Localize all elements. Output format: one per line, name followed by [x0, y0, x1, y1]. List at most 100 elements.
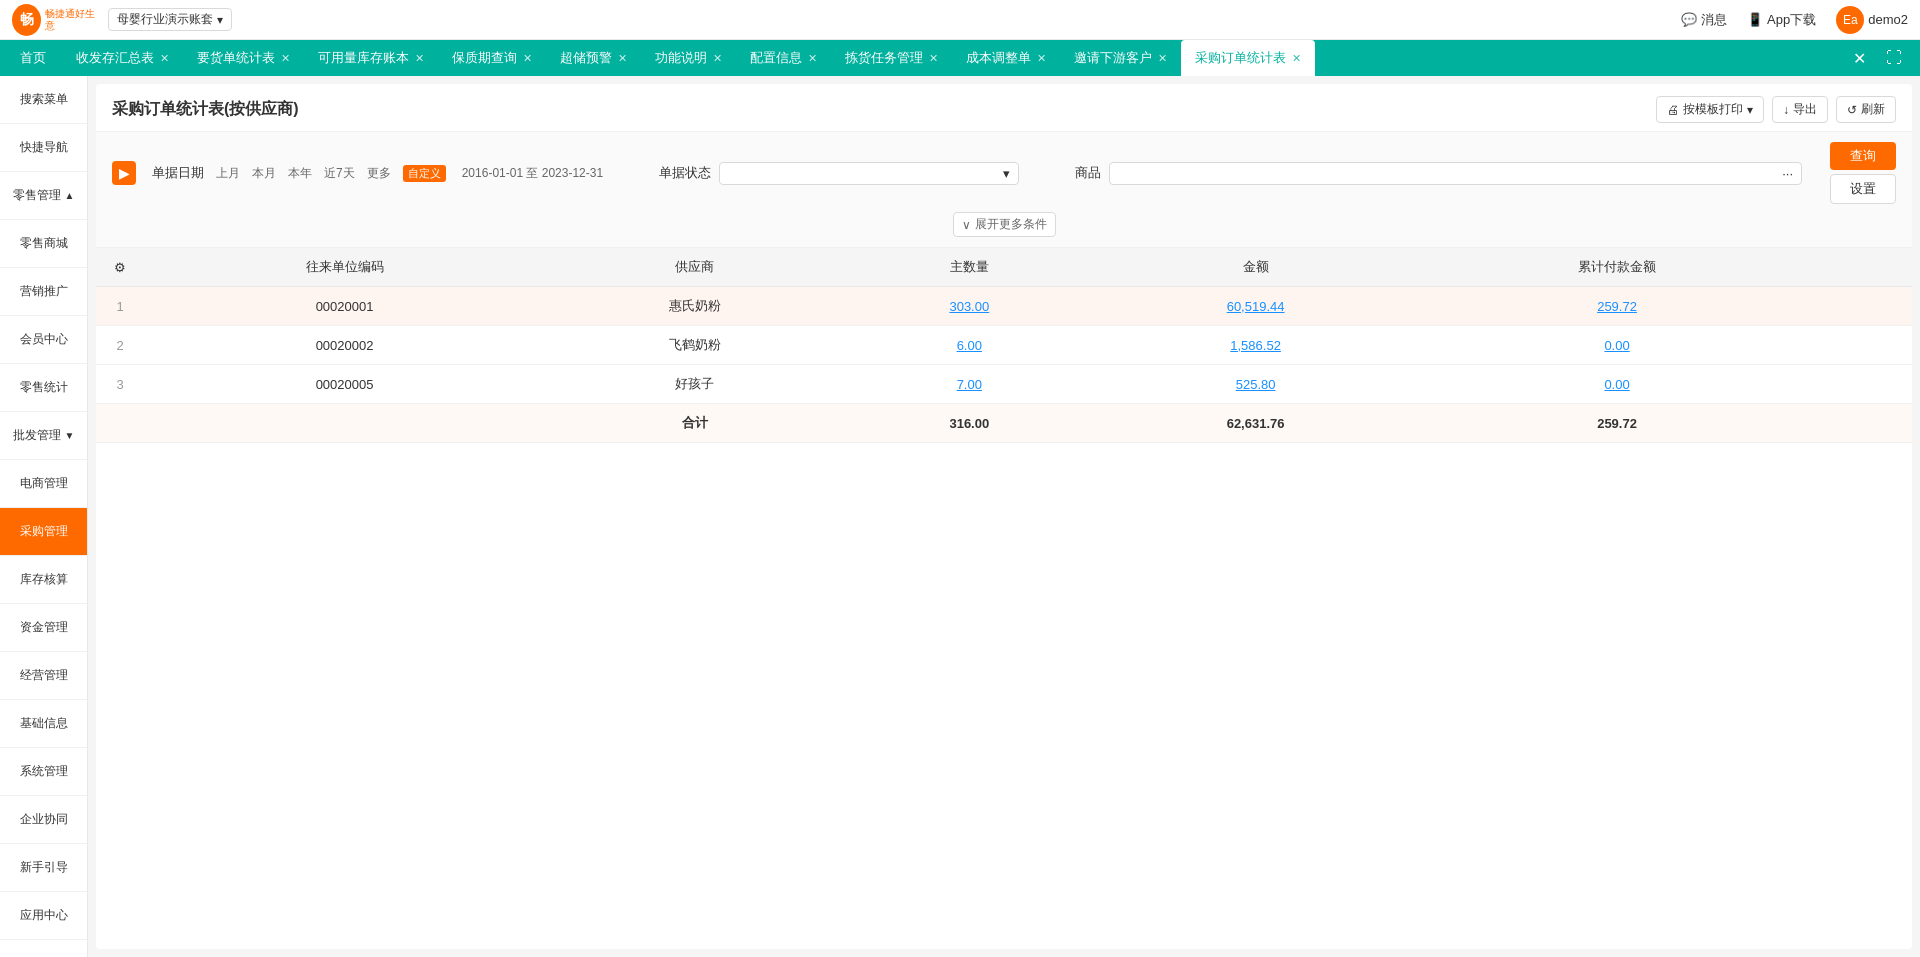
retail-mall-label: 零售商城 — [20, 235, 68, 252]
workspace-chevron-icon: ▾ — [217, 13, 223, 27]
tab-invite-downstream[interactable]: 邀请下游客户 ✕ — [1060, 40, 1181, 76]
shortcut-more[interactable]: 更多 — [363, 164, 395, 183]
settings-button[interactable]: 设置 — [1830, 174, 1896, 204]
tab-close-icon[interactable]: ✕ — [713, 52, 722, 65]
sidebar-item-enterprise-wechat[interactable]: 企业微信 — [0, 940, 87, 957]
tab-close-icon[interactable]: ✕ — [1292, 52, 1301, 65]
expand-more-button[interactable]: ∨ 展开更多条件 — [953, 212, 1056, 237]
row-quantity[interactable]: 303.00 — [844, 287, 1095, 326]
shortcut-this-month[interactable]: 本月 — [248, 164, 280, 183]
tab-pick-task[interactable]: 拣货任务管理 ✕ — [831, 40, 952, 76]
tab-close-icon[interactable]: ✕ — [929, 52, 938, 65]
sidebar-item-retail-mall[interactable]: 零售商城 — [0, 220, 87, 268]
row-code: 00020001 — [144, 287, 545, 326]
workspace-selector[interactable]: 母婴行业演示账套 ▾ — [108, 8, 232, 31]
row-paid[interactable]: 0.00 — [1417, 326, 1818, 365]
top-header: 畅 畅捷通好生意 母婴行业演示账套 ▾ 💬 消息 📱 App下载 Ea demo… — [0, 0, 1920, 40]
close-tab-button[interactable]: ✕ — [1847, 47, 1872, 70]
custom-date-badge[interactable]: 自定义 — [403, 165, 446, 182]
more-icon[interactable]: ··· — [1782, 166, 1793, 181]
shortcut-last-month[interactable]: 上月 — [212, 164, 244, 183]
row-extra — [1818, 326, 1912, 365]
row-num: 3 — [96, 365, 144, 404]
tab-label: 要货单统计表 — [197, 49, 275, 67]
print-button[interactable]: 🖨 按模板打印 ▾ — [1656, 96, 1764, 123]
tab-receive-summary[interactable]: 收发存汇总表 ✕ — [62, 40, 183, 76]
sidebar-item-retail[interactable]: 零售管理 ▲ — [0, 172, 87, 220]
row-amount[interactable]: 525.80 — [1095, 365, 1417, 404]
table-row: 1 00020001 惠氏奶粉 303.00 60,519.44 259.72 — [96, 287, 1912, 326]
table-header-row: ⚙ 往来单位编码 供应商 主数量 金额 累计付款金额 — [96, 248, 1912, 287]
tab-cost-adjust[interactable]: 成本调整单 ✕ — [952, 40, 1060, 76]
nav-right-actions: ✕ ⛶ — [1847, 47, 1916, 70]
row-amount[interactable]: 1,586.52 — [1095, 326, 1417, 365]
app-download-button[interactable]: 📱 App下载 — [1747, 11, 1816, 29]
tab-close-icon[interactable]: ✕ — [618, 52, 627, 65]
tab-inventory-ledger[interactable]: 可用量库存账本 ✕ — [304, 40, 438, 76]
member-label: 会员中心 — [20, 331, 68, 348]
filter-area: ▶ 单据日期 上月 本月 本年 近7天 更多 自定义 — [96, 132, 1912, 248]
shortcut-7days[interactable]: 近7天 — [320, 164, 359, 183]
user-avatar[interactable]: Ea demo2 — [1836, 6, 1908, 34]
export-button[interactable]: ↓ 导出 — [1772, 96, 1828, 123]
tab-function-desc[interactable]: 功能说明 ✕ — [641, 40, 736, 76]
filter-toggle-button[interactable]: ▶ — [112, 161, 136, 185]
shortcut-this-year[interactable]: 本年 — [284, 164, 316, 183]
tab-close-icon[interactable]: ✕ — [1158, 52, 1167, 65]
footer-summary: 合计 — [545, 404, 844, 443]
sidebar-item-purchase[interactable]: 采购管理 — [0, 508, 87, 556]
tab-close-icon[interactable]: ✕ — [415, 52, 424, 65]
tab-expiry-query[interactable]: 保质期查询 ✕ — [438, 40, 546, 76]
tab-overstock-warning[interactable]: 超储预警 ✕ — [546, 40, 641, 76]
sidebar-item-marketing[interactable]: 营销推广 — [0, 268, 87, 316]
top-right-actions: 💬 消息 📱 App下载 Ea demo2 — [1681, 6, 1908, 34]
col-supplier: 供应商 — [545, 248, 844, 287]
date-filter-label: 单据日期 — [152, 164, 204, 182]
row-supplier: 飞鹤奶粉 — [545, 326, 844, 365]
tab-close-icon[interactable]: ✕ — [281, 52, 290, 65]
tab-close-icon[interactable]: ✕ — [808, 52, 817, 65]
sidebar-item-app-center[interactable]: 应用中心 — [0, 892, 87, 940]
tab-home-label: 首页 — [20, 49, 46, 67]
status-select[interactable]: ▾ — [719, 162, 1019, 185]
search-button[interactable]: 查询 — [1830, 142, 1896, 170]
goods-label: 商品 — [1075, 164, 1101, 182]
tab-config-info[interactable]: 配置信息 ✕ — [736, 40, 831, 76]
row-quantity[interactable]: 6.00 — [844, 326, 1095, 365]
tab-home[interactable]: 首页 — [4, 40, 62, 76]
tab-close-icon[interactable]: ✕ — [523, 52, 532, 65]
chevron-down-icon: ▲ — [65, 190, 75, 201]
tab-close-icon[interactable]: ✕ — [160, 52, 169, 65]
tab-purchase-order-stats[interactable]: 采购订单统计表 ✕ — [1181, 40, 1315, 76]
sidebar-item-member[interactable]: 会员中心 — [0, 316, 87, 364]
row-paid[interactable]: 259.72 — [1417, 287, 1818, 326]
sidebar-item-shortcut[interactable]: 快捷导航 — [0, 124, 87, 172]
row-quantity[interactable]: 7.00 — [844, 365, 1095, 404]
col-settings[interactable]: ⚙ — [96, 248, 144, 287]
tab-purchase-stats[interactable]: 要货单统计表 ✕ — [183, 40, 304, 76]
goods-input[interactable]: ··· — [1109, 162, 1802, 185]
maximize-button[interactable]: ⛶ — [1880, 47, 1908, 69]
sidebar-item-finance[interactable]: 资金管理 — [0, 604, 87, 652]
tab-close-icon[interactable]: ✕ — [1037, 52, 1046, 65]
refresh-button[interactable]: ↺ 刷新 — [1836, 96, 1896, 123]
tab-label: 可用量库存账本 — [318, 49, 409, 67]
sidebar-item-search[interactable]: 搜索菜单 — [0, 76, 87, 124]
sidebar-item-retail-stats[interactable]: 零售统计 — [0, 364, 87, 412]
message-button[interactable]: 💬 消息 — [1681, 11, 1727, 29]
row-paid[interactable]: 0.00 — [1417, 365, 1818, 404]
sidebar-item-operation[interactable]: 经营管理 — [0, 652, 87, 700]
tab-label: 超储预警 — [560, 49, 612, 67]
sidebar-item-system[interactable]: 系统管理 — [0, 748, 87, 796]
sidebar-item-enterprise[interactable]: 企业协同 — [0, 796, 87, 844]
col-amount: 金额 — [1095, 248, 1417, 287]
page-header: 采购订单统计表(按供应商) 🖨 按模板打印 ▾ ↓ 导出 ↺ 刷新 — [96, 84, 1912, 132]
sidebar-item-ecommerce[interactable]: 电商管理 — [0, 460, 87, 508]
row-amount[interactable]: 60,519.44 — [1095, 287, 1417, 326]
tab-label: 拣货任务管理 — [845, 49, 923, 67]
newbie-label: 新手引导 — [20, 859, 68, 876]
sidebar-item-wholesale[interactable]: 批发管理 ▼ — [0, 412, 87, 460]
sidebar-item-newbie[interactable]: 新手引导 — [0, 844, 87, 892]
sidebar-item-inventory[interactable]: 库存核算 — [0, 556, 87, 604]
sidebar-item-basic[interactable]: 基础信息 — [0, 700, 87, 748]
